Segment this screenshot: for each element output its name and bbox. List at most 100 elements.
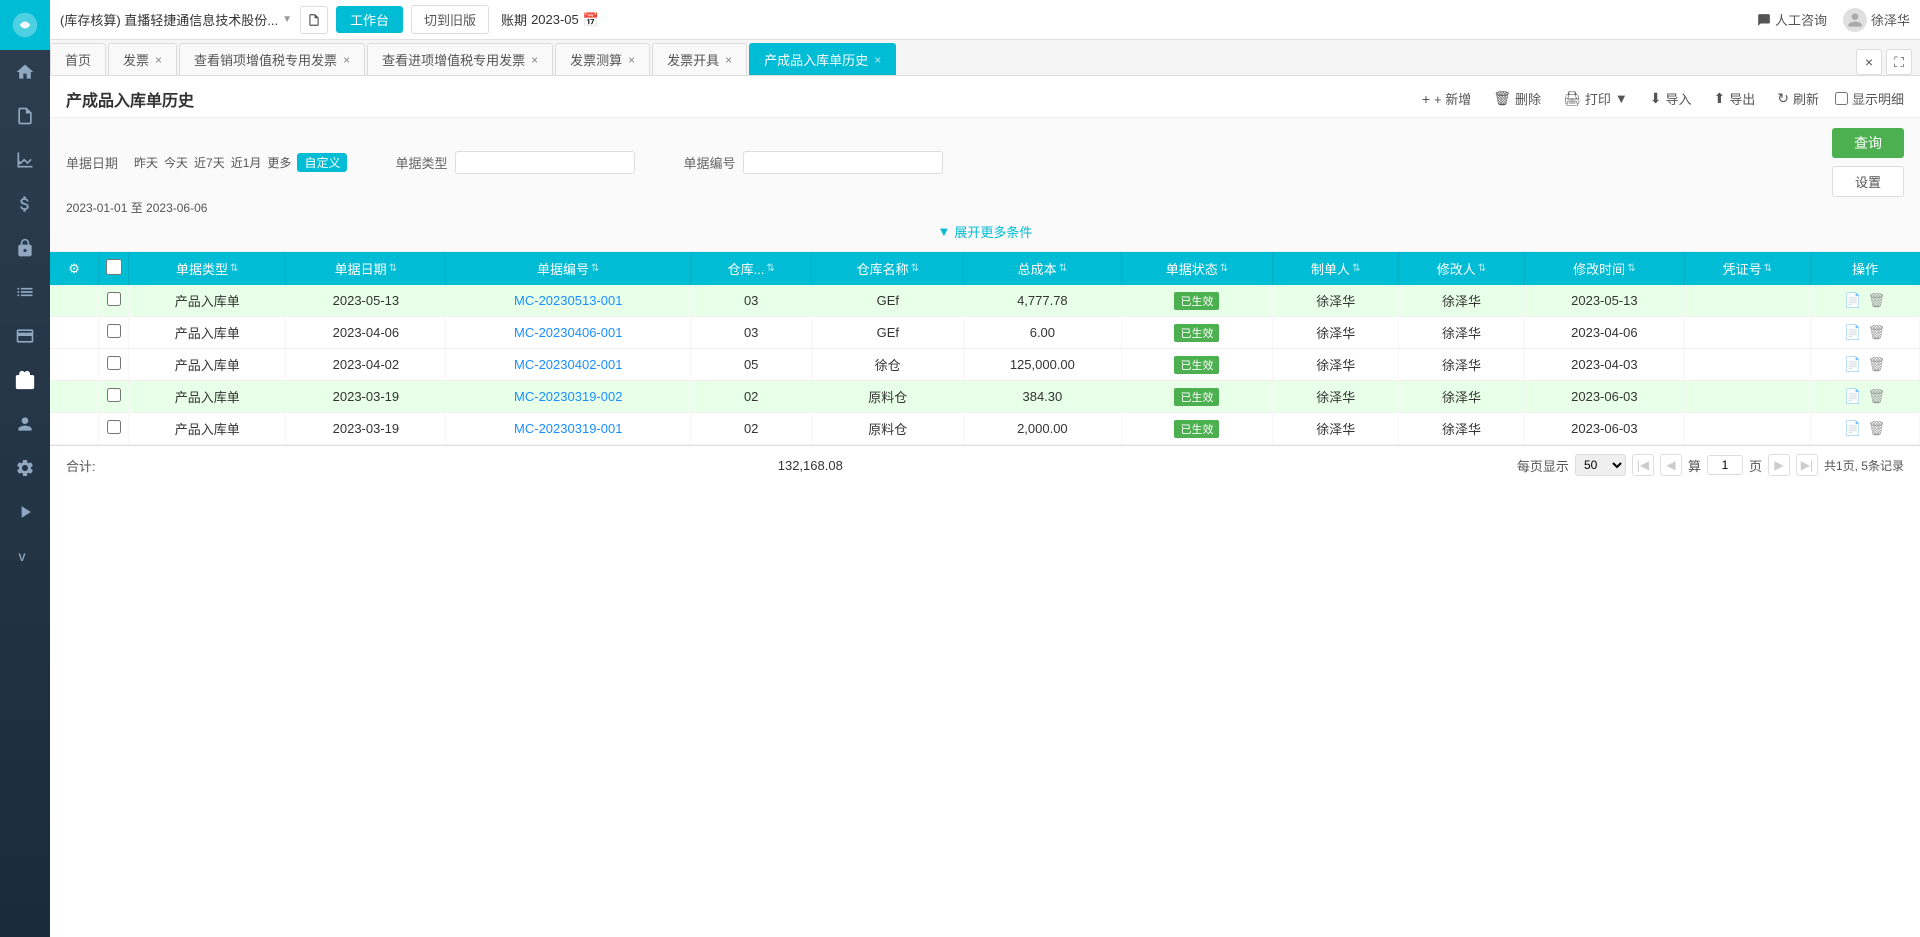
expand-filter-button[interactable]: ▼ 展开更多条件 [66, 222, 1904, 241]
col-total-cost[interactable]: 总成本 ⇅ [964, 252, 1121, 285]
row-number-1[interactable]: MC-20230406-001 [446, 317, 691, 349]
sidebar-item-settings[interactable] [0, 446, 50, 490]
app-logo[interactable] [0, 0, 50, 50]
page-last-button[interactable]: ▶| [1796, 454, 1818, 476]
setting-button[interactable]: 设置 [1832, 166, 1904, 197]
select-all-checkbox[interactable] [106, 259, 122, 275]
tab-product-history[interactable]: 产成品入库单历史 × [749, 43, 896, 75]
sidebar-item-v[interactable]: V [0, 534, 50, 578]
tab-home[interactable]: 首页 [50, 43, 106, 75]
per-page-select[interactable]: 50 100 [1575, 454, 1626, 476]
sidebar-item-doc[interactable] [0, 94, 50, 138]
row-edit-icon-0[interactable]: 📄 [1844, 292, 1861, 309]
row-select-2[interactable] [107, 356, 121, 370]
row-checkbox-2[interactable] [99, 349, 129, 381]
shortcut-7days[interactable]: 近7天 [194, 154, 225, 171]
row-edit-icon-1[interactable]: 📄 [1844, 324, 1861, 341]
shortcut-today[interactable]: 今天 [164, 154, 188, 171]
query-button[interactable]: 查询 [1832, 128, 1904, 158]
tab-invoice-calc[interactable]: 发票测算 × [555, 43, 650, 75]
tab-close-all[interactable]: × [1856, 49, 1882, 75]
row-delete-icon-0[interactable]: 🗑 [1868, 292, 1886, 309]
tab-check-purchase-close[interactable]: × [531, 53, 538, 67]
row-delete-icon-2[interactable]: 🗑 [1868, 356, 1886, 373]
row-delete-icon-3[interactable]: 🗑 [1868, 388, 1886, 405]
page-input[interactable] [1707, 455, 1743, 475]
tab-invoice-calc-close[interactable]: × [628, 53, 635, 67]
row-checkbox-1[interactable] [99, 317, 129, 349]
col-type[interactable]: 单据类型 ⇅ [129, 252, 286, 285]
row-checkbox-3[interactable] [99, 381, 129, 413]
print-button[interactable]: 🖨 打印 ▼ [1557, 86, 1634, 111]
refresh-button[interactable]: ↻ 刷新 [1771, 86, 1825, 111]
doc-icon[interactable] [300, 6, 328, 34]
company-selector[interactable]: (库存核算) 直播轻捷通信息技术股份... ▼ [60, 10, 292, 29]
sidebar-item-home[interactable] [0, 50, 50, 94]
tab-invoice-close[interactable]: × [155, 53, 162, 67]
sidebar-item-lock[interactable] [0, 226, 50, 270]
page-first-button[interactable]: |◀ [1632, 454, 1654, 476]
delete-button[interactable]: 🗑 删除 [1487, 86, 1547, 111]
col-modify-time[interactable]: 修改时间 ⇅ [1524, 252, 1684, 285]
tab-check-purchase[interactable]: 查看进项增值税专用发票 × [367, 43, 553, 75]
shortcut-1month[interactable]: 近1月 [231, 154, 262, 171]
row-edit-icon-2[interactable]: 📄 [1844, 356, 1861, 373]
row-number-2[interactable]: MC-20230402-001 [446, 349, 691, 381]
row-delete-icon-4[interactable]: 🗑 [1868, 420, 1886, 437]
col-voucher[interactable]: 凭证号 ⇅ [1684, 252, 1810, 285]
number-input[interactable] [743, 151, 943, 174]
row-select-0[interactable] [107, 292, 121, 306]
tab-check-sales[interactable]: 查看销项增值税专用发票 × [179, 43, 365, 75]
calendar-icon[interactable]: 📅 [583, 12, 599, 28]
tab-product-history-close[interactable]: × [874, 53, 881, 67]
row-delete-icon-1[interactable]: 🗑 [1868, 324, 1886, 341]
col-creator[interactable]: 制单人 ⇅ [1273, 252, 1399, 285]
sidebar-item-list[interactable] [0, 270, 50, 314]
user-button[interactable]: 徐泽华 [1843, 8, 1910, 32]
custom-date-button[interactable]: 自定义 [297, 153, 347, 172]
sidebar-item-invoice[interactable] [0, 314, 50, 358]
col-status[interactable]: 单据状态 ⇅ [1121, 252, 1273, 285]
import-button[interactable]: ⬇ 导入 [1644, 86, 1698, 111]
tab-fullscreen[interactable]: ⛶ [1886, 49, 1912, 75]
sidebar-item-play[interactable] [0, 490, 50, 534]
prev-version-button[interactable]: 切到旧版 [411, 5, 489, 34]
row-select-1[interactable] [107, 324, 121, 338]
new-button[interactable]: + + 新增 [1416, 86, 1477, 111]
row-number-0[interactable]: MC-20230513-001 [446, 285, 691, 317]
row-edit-icon-4[interactable]: 📄 [1844, 420, 1861, 437]
sort-number-icon: ⇅ [591, 263, 599, 274]
username-label: 徐泽华 [1871, 10, 1910, 29]
export-button[interactable]: ⬆ 导出 [1707, 86, 1761, 111]
tab-invoice-open-close[interactable]: × [725, 53, 732, 67]
shortcut-yesterday[interactable]: 昨天 [134, 154, 158, 171]
row-number-3[interactable]: MC-20230319-002 [446, 381, 691, 413]
col-number[interactable]: 单据编号 ⇅ [446, 252, 691, 285]
row-checkbox-0[interactable] [99, 285, 129, 317]
row-number-4[interactable]: MC-20230319-001 [446, 413, 691, 445]
page-prev-button[interactable]: ◀ [1660, 454, 1682, 476]
col-settings[interactable]: ⚙ [50, 252, 99, 285]
col-warehouse-name[interactable]: 仓库名称 ⇅ [812, 252, 964, 285]
type-select[interactable] [455, 151, 635, 174]
workbench-button[interactable]: 工作台 [336, 6, 403, 33]
col-modifier[interactable]: 修改人 ⇅ [1399, 252, 1525, 285]
col-select-all[interactable] [99, 252, 129, 285]
show-detail-checkbox[interactable] [1835, 92, 1848, 105]
row-checkbox-4[interactable] [99, 413, 129, 445]
shortcut-more[interactable]: 更多 [267, 154, 291, 171]
row-edit-icon-3[interactable]: 📄 [1844, 388, 1861, 405]
col-warehouse-code[interactable]: 仓库... ⇅ [691, 252, 812, 285]
tab-check-sales-close[interactable]: × [343, 53, 350, 67]
sidebar-item-box[interactable] [0, 358, 50, 402]
col-date[interactable]: 单据日期 ⇅ [286, 252, 446, 285]
service-button[interactable]: 人工咨询 [1757, 10, 1827, 29]
tab-invoice-open[interactable]: 发票开具 × [652, 43, 747, 75]
sidebar-item-finance[interactable] [0, 182, 50, 226]
page-next-button[interactable]: ▶ [1768, 454, 1790, 476]
row-select-3[interactable] [107, 388, 121, 402]
sidebar-item-chart[interactable] [0, 138, 50, 182]
row-select-4[interactable] [107, 420, 121, 434]
sidebar-item-person[interactable] [0, 402, 50, 446]
tab-invoice[interactable]: 发票 × [108, 43, 177, 75]
